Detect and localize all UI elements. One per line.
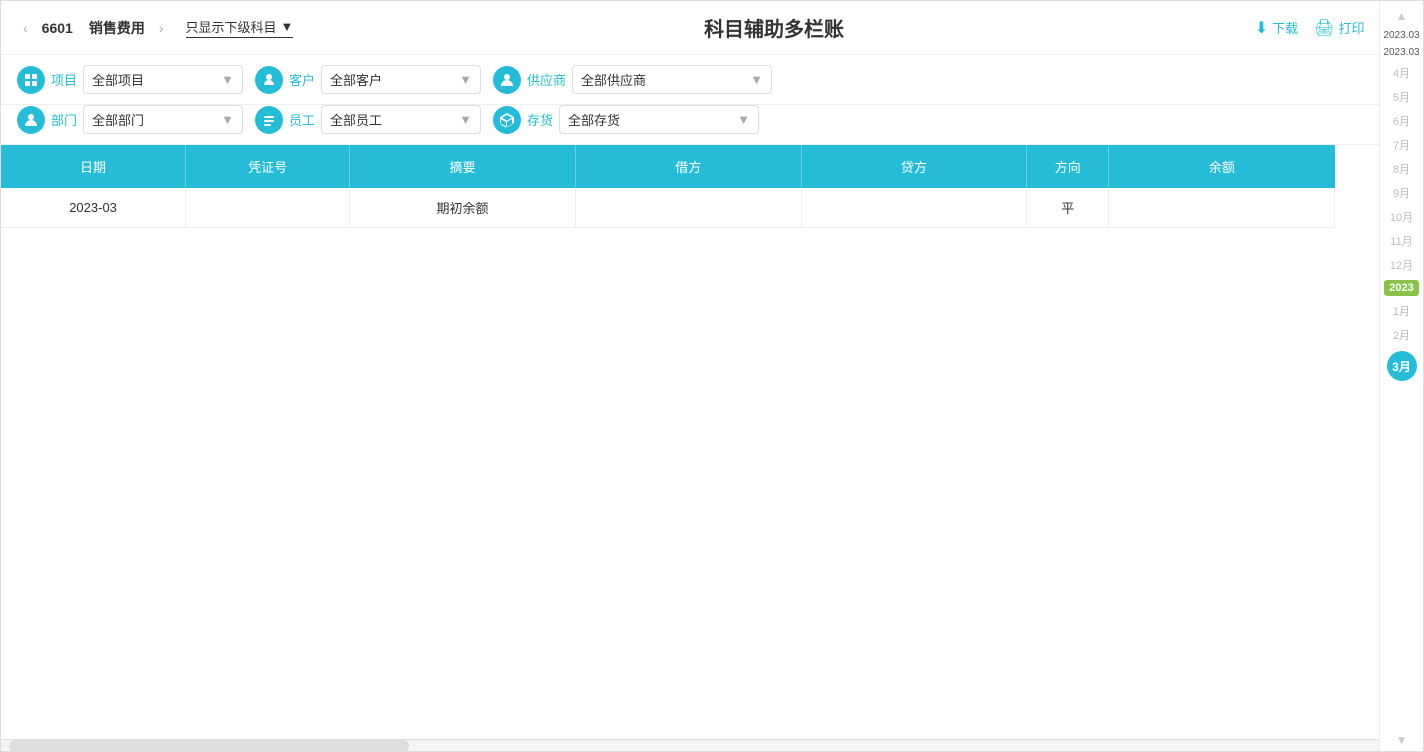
department-select-arrow: ▼ (221, 112, 234, 127)
supplier-select-arrow: ▼ (750, 72, 763, 87)
supplier-icon (493, 66, 521, 94)
inventory-label: 存货 (527, 110, 553, 129)
project-select-value: 全部项目 (92, 70, 213, 89)
main-table: 日期 凭证号 摘要 借方 贷方 方向 余额 2023-03 期初余额 (1, 145, 1335, 228)
show-sub-button[interactable]: 只显示下级科目 ▼ (186, 17, 294, 38)
header-bar: ‹ 6601 销售费用 › 只显示下级科目 ▼ 科目辅助多栏账 ⬇ 下载 🖨 打… (1, 1, 1423, 55)
sidebar-timeline: ▲ 2023.03 2023.03 4月 5月 6月 7月 8月 9月 10月 … (1379, 1, 1423, 751)
project-select-arrow: ▼ (221, 72, 234, 87)
print-label: 打印 (1338, 18, 1364, 37)
project-filter-group: 项目 全部项目 ▼ (17, 65, 243, 94)
sidebar-month-7[interactable]: 7月 (1380, 133, 1423, 157)
cell-date: 2023-03 (1, 188, 186, 228)
sidebar-scroll-up-button[interactable]: ▲ (1380, 5, 1423, 27)
inventory-select-value: 全部存货 (568, 110, 729, 129)
download-button[interactable]: ⬇ 下载 (1255, 18, 1298, 38)
project-icon (17, 66, 45, 94)
department-select-value: 全部部门 (92, 110, 213, 129)
inventory-icon (493, 106, 521, 134)
col-voucher: 凭证号 (186, 145, 350, 188)
download-icon: ⬇ (1255, 18, 1268, 38)
employee-select-arrow: ▼ (459, 112, 472, 127)
print-icon: 🖨 (1314, 18, 1334, 38)
customer-label: 客户 (289, 70, 315, 89)
col-direction: 方向 (1027, 145, 1109, 188)
download-label: 下载 (1272, 18, 1298, 37)
sidebar-month-3-current[interactable]: 3月 (1387, 351, 1417, 381)
employee-label: 员工 (289, 110, 315, 129)
cell-credit (801, 188, 1027, 228)
customer-icon (255, 66, 283, 94)
sidebar-year-badge[interactable]: 2023 (1384, 280, 1418, 296)
sidebar-month-8[interactable]: 8月 (1380, 157, 1423, 181)
sidebar-month-12[interactable]: 12月 (1380, 253, 1423, 277)
sidebar-item-2023-03-top1[interactable]: 2023.03 (1380, 27, 1423, 44)
cell-debit (575, 188, 801, 228)
table-container: 日期 凭证号 摘要 借方 贷方 方向 余额 2023-03 期初余额 (1, 145, 1335, 228)
account-name: 销售费用 (81, 18, 153, 38)
employee-icon (255, 106, 283, 134)
customer-select[interactable]: 全部客户 ▼ (321, 65, 481, 94)
filter-row-1: 项目 全部项目 ▼ 客户 全部客户 ▼ 供应商 全部供应商 (1, 55, 1423, 105)
supplier-select[interactable]: 全部供应商 ▼ (572, 65, 772, 94)
sidebar-month-11[interactable]: 11月 (1380, 229, 1423, 253)
col-balance: 余额 (1109, 145, 1335, 188)
supplier-select-value: 全部供应商 (581, 70, 742, 89)
sidebar-month-1[interactable]: 1月 (1380, 299, 1423, 323)
employee-filter-group: 员工 全部员工 ▼ (255, 105, 481, 134)
sidebar-month-10[interactable]: 10月 (1380, 205, 1423, 229)
inventory-select-arrow: ▼ (737, 112, 750, 127)
show-sub-label: 只显示下级科目 (186, 17, 277, 36)
col-debit: 借方 (575, 145, 801, 188)
cell-voucher (186, 188, 350, 228)
department-icon (17, 106, 45, 134)
sidebar-month-5[interactable]: 5月 (1380, 85, 1423, 109)
nav-next-button[interactable]: › (153, 18, 170, 38)
customer-select-value: 全部客户 (330, 70, 451, 89)
sidebar-scroll-down-button[interactable]: ▼ (1380, 729, 1423, 751)
customer-filter-group: 客户 全部客户 ▼ (255, 65, 481, 94)
bottom-scrollbar[interactable] (1, 739, 1379, 751)
customer-select-arrow: ▼ (459, 72, 472, 87)
col-summary: 摘要 (350, 145, 576, 188)
page-title: 科目辅助多栏账 (293, 13, 1254, 42)
cell-direction: 平 (1027, 188, 1109, 228)
inventory-select[interactable]: 全部存货 ▼ (559, 105, 759, 134)
nav-prev-button[interactable]: ‹ (17, 18, 34, 38)
show-sub-arrow: ▼ (281, 19, 294, 34)
employee-select-value: 全部员工 (330, 110, 451, 129)
sidebar-month-9[interactable]: 9月 (1380, 181, 1423, 205)
supplier-filter-group: 供应商 全部供应商 ▼ (493, 65, 772, 94)
sidebar-item-2023-03-top2[interactable]: 2023.03 (1380, 44, 1423, 61)
account-code: 6601 (34, 20, 81, 36)
cell-summary: 期初余额 (350, 188, 576, 228)
sidebar-month-4[interactable]: 4月 (1380, 61, 1423, 85)
supplier-label: 供应商 (527, 70, 566, 89)
sidebar-month-2[interactable]: 2月 (1380, 323, 1423, 347)
employee-select[interactable]: 全部员工 ▼ (321, 105, 481, 134)
table-row[interactable]: 2023-03 期初余额 平 (1, 188, 1335, 228)
cell-balance (1109, 188, 1335, 228)
department-label: 部门 (51, 110, 77, 129)
inventory-filter-group: 存货 全部存货 ▼ (493, 105, 759, 134)
project-label: 项目 (51, 70, 77, 89)
col-credit: 贷方 (801, 145, 1027, 188)
department-select[interactable]: 全部部门 ▼ (83, 105, 243, 134)
department-filter-group: 部门 全部部门 ▼ (17, 105, 243, 134)
table-header-row: 日期 凭证号 摘要 借方 贷方 方向 余额 (1, 145, 1335, 188)
project-select[interactable]: 全部项目 ▼ (83, 65, 243, 94)
sidebar-month-6[interactable]: 6月 (1380, 109, 1423, 133)
col-date: 日期 (1, 145, 186, 188)
print-button[interactable]: 🖨 打印 (1314, 18, 1364, 38)
scrollbar-thumb[interactable] (9, 740, 409, 752)
filter-row-2: 部门 全部部门 ▼ 员工 全部员工 ▼ 存货 全部存货 ▼ (1, 105, 1423, 145)
